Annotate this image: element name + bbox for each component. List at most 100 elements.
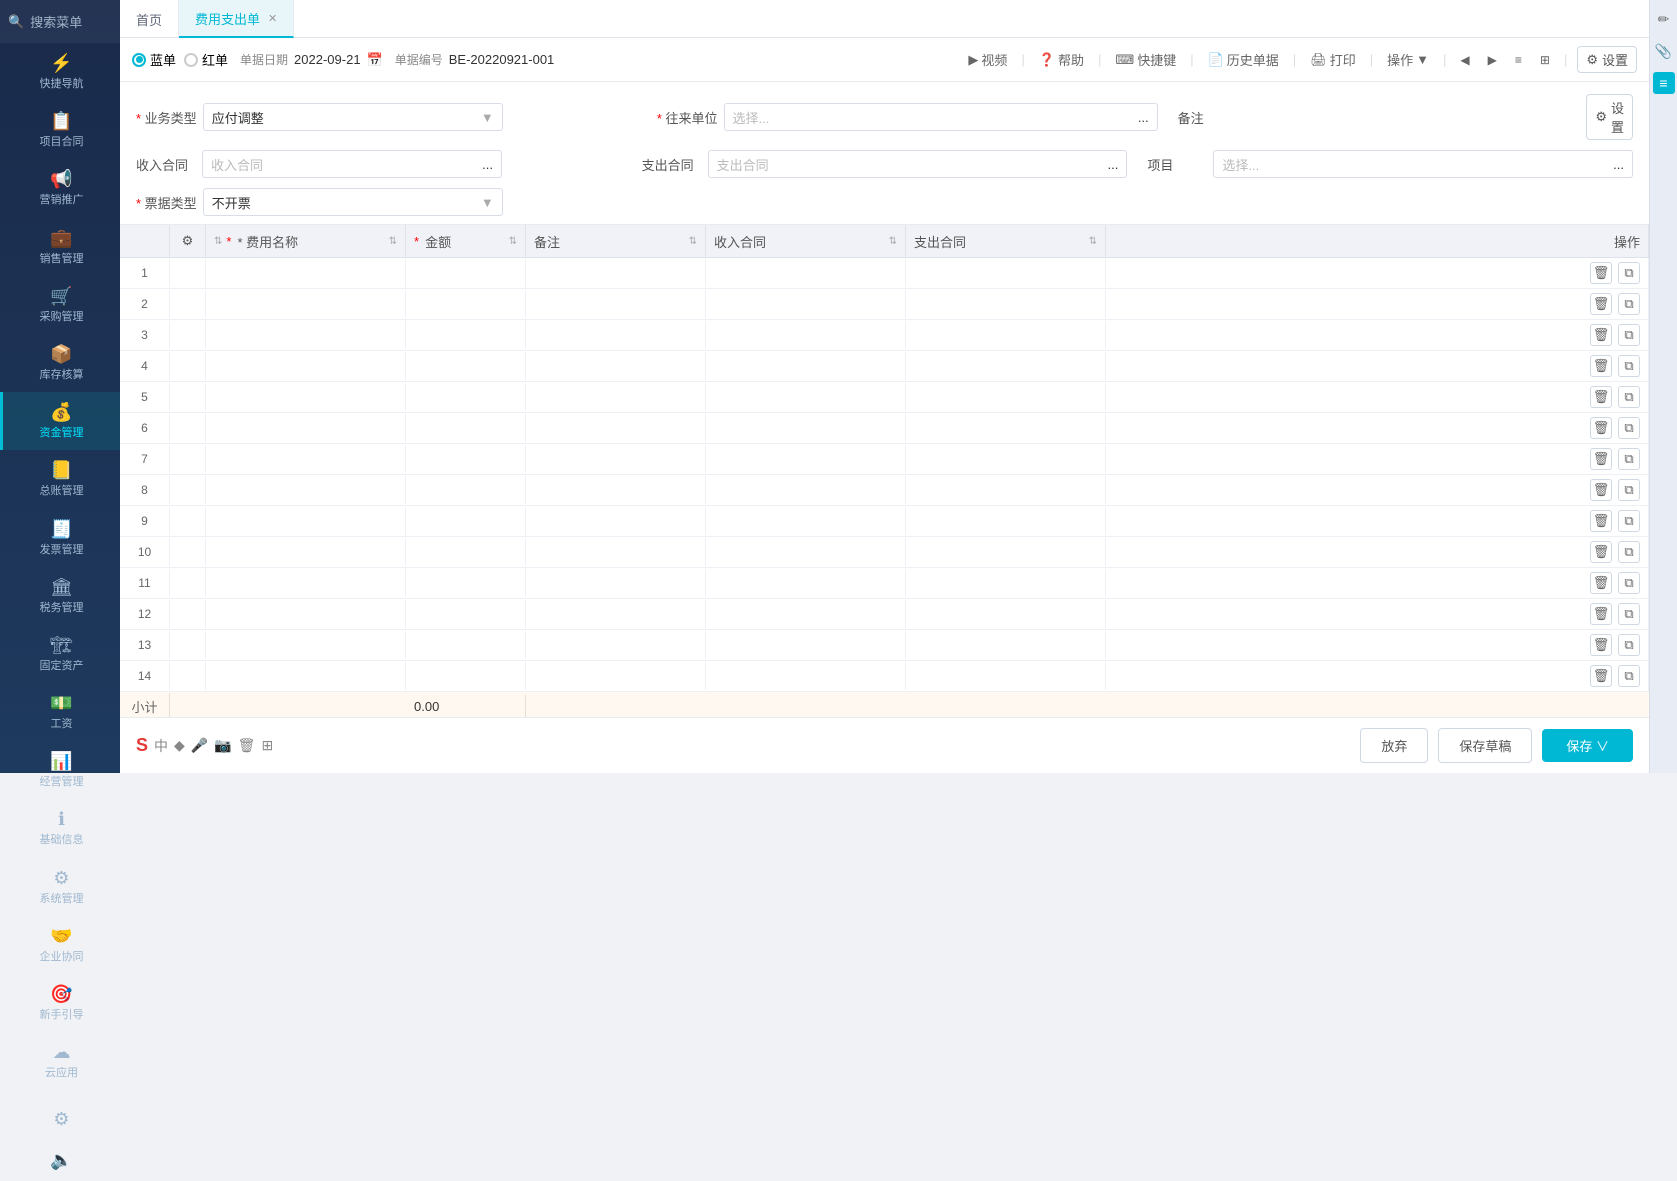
business-type-select[interactable]: 应付调整 ▼ xyxy=(203,103,503,131)
td-income[interactable] xyxy=(706,476,906,504)
discard-button[interactable]: 放弃 xyxy=(1360,728,1428,763)
row-delete-btn[interactable]: 🗑 xyxy=(1590,572,1612,594)
row-delete-btn[interactable]: 🗑 xyxy=(1590,634,1612,656)
sidebar-item-purchase-mgmt[interactable]: 🛒 采购管理 xyxy=(0,276,120,334)
footer-icon-grid[interactable]: ⊞ xyxy=(261,737,273,754)
sidebar-item-capital-mgmt[interactable]: 💰 资金管理 xyxy=(0,392,120,450)
td-income[interactable] xyxy=(706,538,906,566)
td-note[interactable] xyxy=(526,600,706,628)
td-note[interactable] xyxy=(526,538,706,566)
row-copy-btn[interactable]: ⧉ xyxy=(1618,448,1640,470)
expense-contract-select[interactable]: 支出合同 ... xyxy=(708,150,1128,178)
td-income[interactable] xyxy=(706,600,906,628)
sidebar-item-fixed-assets[interactable]: 🏗 固定资产 xyxy=(0,625,120,683)
td-note[interactable] xyxy=(526,569,706,597)
sort-icon-5[interactable]: ⇅ xyxy=(889,236,897,247)
row-copy-btn[interactable]: ⧉ xyxy=(1618,572,1640,594)
td-amount[interactable] xyxy=(406,569,526,597)
sidebar-item-salary[interactable]: 💵 工资 xyxy=(0,683,120,741)
td-name[interactable] xyxy=(206,321,406,349)
ops-btn[interactable]: 操作 ▼ xyxy=(1383,48,1433,71)
row-copy-btn[interactable]: ⧉ xyxy=(1618,510,1640,532)
nav-next-btn[interactable]: ▶ xyxy=(1484,51,1501,69)
calendar-icon[interactable]: 📅 xyxy=(367,52,383,68)
view-grid-btn[interactable]: ⊞ xyxy=(1536,51,1554,69)
row-delete-btn[interactable]: 🗑 xyxy=(1590,324,1612,346)
save-button[interactable]: 保存 ∨ xyxy=(1542,729,1633,762)
td-income[interactable] xyxy=(706,662,906,690)
row-delete-btn[interactable]: 🗑 xyxy=(1590,355,1612,377)
sort-icon-6[interactable]: ⇅ xyxy=(1089,236,1097,247)
td-expense[interactable] xyxy=(906,507,1106,535)
row-delete-btn[interactable]: 🗑 xyxy=(1590,417,1612,439)
nav-prev-btn[interactable]: ◀ xyxy=(1456,51,1473,69)
row-copy-btn[interactable]: ⧉ xyxy=(1618,355,1640,377)
td-name[interactable] xyxy=(206,445,406,473)
td-name[interactable] xyxy=(206,290,406,318)
td-income[interactable] xyxy=(706,631,906,659)
red-bill-radio[interactable]: 红单 xyxy=(184,50,228,69)
sidebar-item-sales-mgmt[interactable]: 💼 销售管理 xyxy=(0,218,120,276)
sidebar-item-system-mgmt[interactable]: ⚙ 系统管理 xyxy=(0,858,120,916)
td-name[interactable] xyxy=(206,414,406,442)
td-name[interactable] xyxy=(206,476,406,504)
td-amount[interactable] xyxy=(406,352,526,380)
sort-icon-2[interactable]: ⇅ xyxy=(389,236,397,247)
invoice-type-select[interactable]: 不开票 ▼ xyxy=(203,188,503,216)
td-note[interactable] xyxy=(526,476,706,504)
row-delete-btn[interactable]: 🗑 xyxy=(1590,510,1612,532)
td-amount[interactable] xyxy=(406,383,526,411)
footer-icon-trash[interactable]: 🗑 xyxy=(238,737,256,754)
td-expense[interactable] xyxy=(906,352,1106,380)
td-income[interactable] xyxy=(706,414,906,442)
sort-icon-4[interactable]: ⇅ xyxy=(689,236,697,247)
td-name[interactable] xyxy=(206,569,406,597)
settings-btn[interactable]: ⚙ 设置 xyxy=(1577,46,1637,73)
td-name[interactable] xyxy=(206,383,406,411)
row-copy-btn[interactable]: ⧉ xyxy=(1618,262,1640,284)
td-amount[interactable] xyxy=(406,290,526,318)
row-delete-btn[interactable]: 🗑 xyxy=(1590,603,1612,625)
td-income[interactable] xyxy=(706,445,906,473)
row-copy-btn[interactable]: ⧉ xyxy=(1618,541,1640,563)
td-note[interactable] xyxy=(526,662,706,690)
sidebar-item-invoice-mgmt[interactable]: 🧾 发票管理 xyxy=(0,509,120,567)
sort-icon-3[interactable]: ⇅ xyxy=(509,236,517,247)
td-expense[interactable] xyxy=(906,321,1106,349)
td-expense[interactable] xyxy=(906,600,1106,628)
td-expense[interactable] xyxy=(906,383,1106,411)
project-select[interactable]: 选择... ... xyxy=(1213,150,1633,178)
td-note[interactable] xyxy=(526,445,706,473)
tab-home[interactable]: 首页 xyxy=(120,0,179,38)
td-name[interactable] xyxy=(206,600,406,628)
td-expense[interactable] xyxy=(906,290,1106,318)
td-income[interactable] xyxy=(706,507,906,535)
td-note[interactable] xyxy=(526,321,706,349)
td-amount[interactable] xyxy=(406,600,526,628)
row-copy-btn[interactable]: ⧉ xyxy=(1618,324,1640,346)
th-gear[interactable]: ⚙ xyxy=(170,225,206,257)
td-income[interactable] xyxy=(706,290,906,318)
col-settings-icon[interactable]: ⚙ xyxy=(182,233,194,249)
td-note[interactable] xyxy=(526,507,706,535)
td-name[interactable] xyxy=(206,352,406,380)
td-amount[interactable] xyxy=(406,507,526,535)
footer-icon-mic[interactable]: 🎤 xyxy=(191,737,208,754)
income-contract-select[interactable]: 收入合同 ... xyxy=(202,150,502,178)
td-amount[interactable] xyxy=(406,321,526,349)
row-copy-btn[interactable]: ⧉ xyxy=(1618,603,1640,625)
tab-close-expense[interactable]: ✕ xyxy=(268,12,277,25)
print-btn[interactable]: 🖨 打印 xyxy=(1306,48,1360,71)
row-delete-btn[interactable]: 🗑 xyxy=(1590,665,1612,687)
view-list-btn[interactable]: ≡ xyxy=(1511,51,1526,69)
sidebar-item-basic-info[interactable]: ℹ 基础信息 xyxy=(0,799,120,857)
td-name[interactable] xyxy=(206,662,406,690)
sidebar-item-tax-mgmt[interactable]: 🏛 税务管理 xyxy=(0,567,120,625)
sidebar-item-volume[interactable]: 🔈 xyxy=(0,1140,120,1181)
row-copy-btn[interactable]: ⧉ xyxy=(1618,293,1640,315)
td-expense[interactable] xyxy=(906,476,1106,504)
td-name[interactable] xyxy=(206,259,406,287)
td-expense[interactable] xyxy=(906,538,1106,566)
td-expense[interactable] xyxy=(906,259,1106,287)
row-delete-btn[interactable]: 🗑 xyxy=(1590,386,1612,408)
